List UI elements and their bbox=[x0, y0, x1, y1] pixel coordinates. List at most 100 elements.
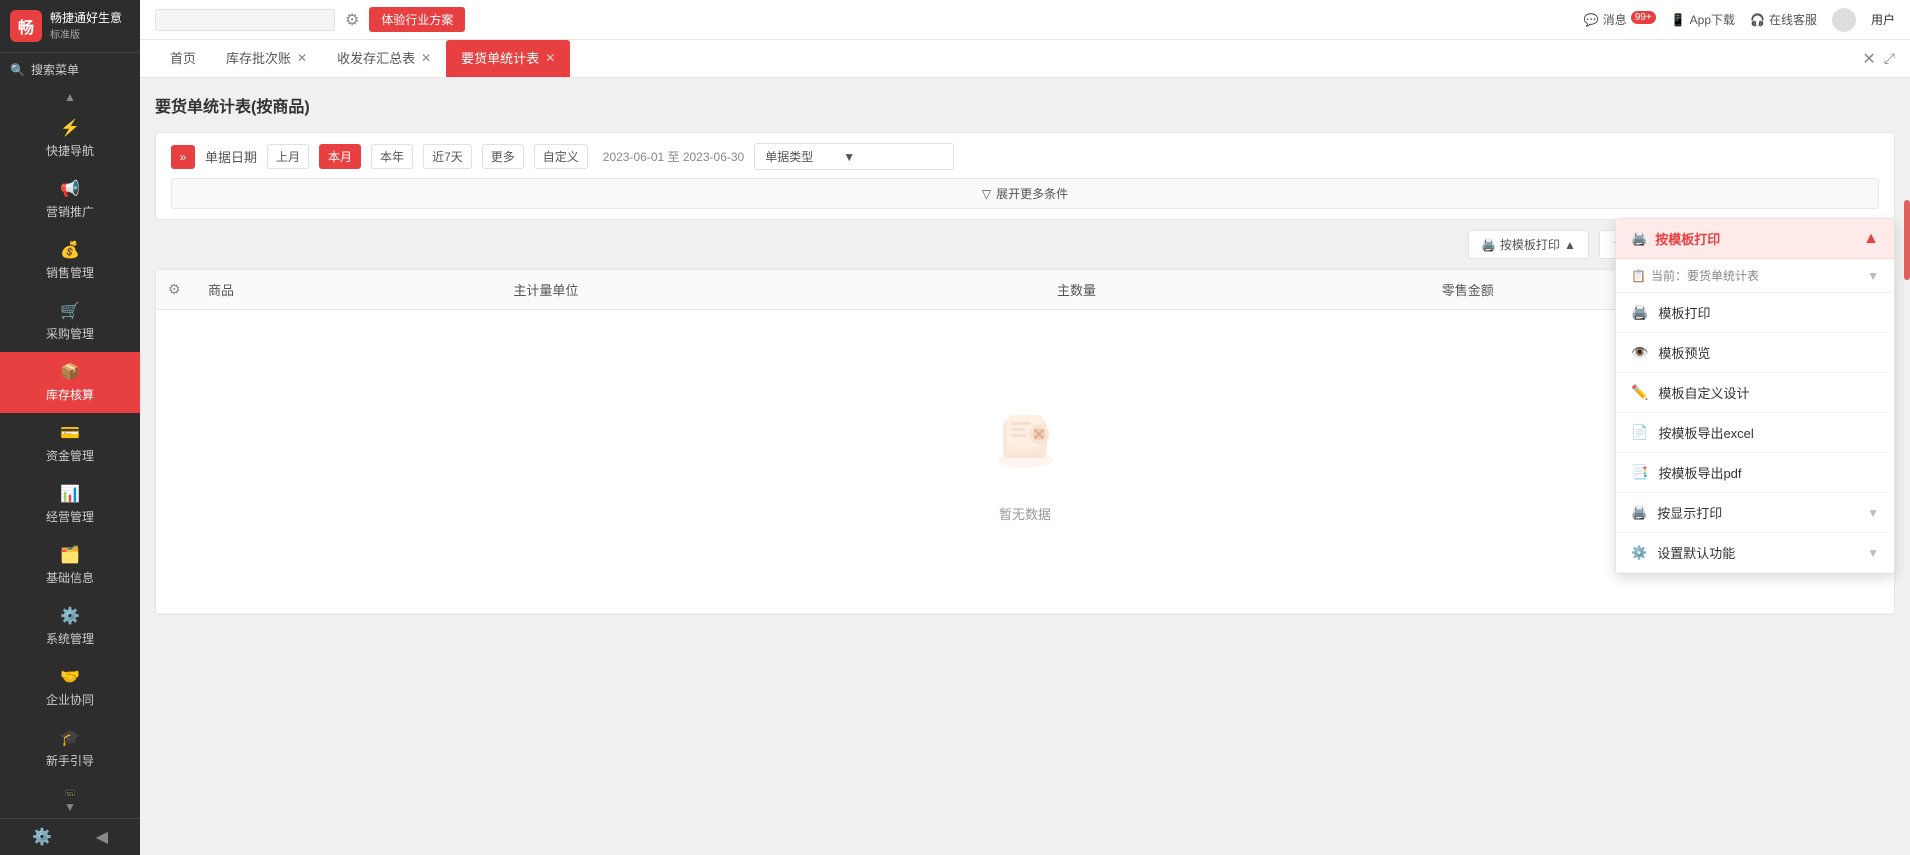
expand-more-btn[interactable]: ▽ 展开更多条件 bbox=[171, 178, 1879, 209]
date-filter-label: 单据日期 bbox=[205, 147, 257, 166]
display-print-item[interactable]: 🖨️ 按显示打印 ▼ bbox=[1616, 493, 1894, 533]
template-print-item[interactable]: 🖨️ 模板打印 bbox=[1616, 293, 1894, 333]
message-icon: 💬 bbox=[1584, 13, 1599, 27]
tab-shoufasong-close[interactable]: ✕ bbox=[421, 51, 431, 65]
settings-icon[interactable]: ⚙️ bbox=[32, 827, 52, 847]
date-btn-this-year[interactable]: 本年 bbox=[371, 144, 413, 169]
template-custom-icon: ✏️ bbox=[1631, 384, 1648, 401]
date-btn-this-month[interactable]: 本月 bbox=[319, 144, 361, 169]
date-range-display: 2023-06-01 至 2023-06-30 bbox=[603, 148, 744, 165]
trial-btn[interactable]: 体验行业方案 bbox=[369, 7, 465, 32]
print-dropdown-close-icon[interactable]: ▲ bbox=[1863, 230, 1879, 248]
sidebar-item-zijin[interactable]: 💳 资金管理 bbox=[0, 413, 140, 474]
print-icon: 🖨️ bbox=[1481, 238, 1496, 252]
tab-yaohuo-label: 要货单统计表 bbox=[461, 48, 539, 67]
nav-icon-jichu: 🗂️ bbox=[60, 545, 80, 565]
date-btn-custom[interactable]: 自定义 bbox=[534, 144, 588, 169]
sidebar-scroll-up[interactable]: ▲ bbox=[0, 86, 140, 108]
template-export-excel-icon: 📄 bbox=[1631, 424, 1648, 441]
col-header-product: 商品 bbox=[196, 270, 501, 310]
sidebar-item-xiaoshou[interactable]: 💰 销售管理 bbox=[0, 230, 140, 291]
search-icon: 🔍 bbox=[10, 63, 25, 77]
collapse-icon[interactable]: ◀ bbox=[96, 827, 108, 847]
nav-icon-yingxiao: 📢 bbox=[60, 179, 80, 199]
sidebar-item-qiye[interactable]: 🤝 企业协同 bbox=[0, 657, 140, 718]
template-export-pdf-label: 按模板导出pdf bbox=[1658, 463, 1741, 482]
topbar-gear-icon[interactable]: ⚙ bbox=[345, 10, 359, 30]
app-icon: 📱 bbox=[1671, 13, 1686, 27]
sidebar-item-kuaijie[interactable]: ⚡ 快捷导航 bbox=[0, 108, 140, 169]
online-service-label: 在线客服 bbox=[1769, 11, 1817, 28]
right-scrollbar bbox=[1904, 200, 1910, 600]
sidebar-item-yingyong[interactable]: 📱 应用中心 bbox=[0, 779, 140, 796]
tab-kucun-close[interactable]: ✕ bbox=[297, 51, 307, 65]
sidebar-item-yingxiao[interactable]: 📢 营销推广 bbox=[0, 169, 140, 230]
filter-row: » 单据日期 上月 本月 本年 近7天 更多 自定义 2023-06-01 至 … bbox=[171, 143, 1879, 170]
tab-yaohuo[interactable]: 要货单统计表 ✕ bbox=[446, 40, 570, 77]
template-preview-icon: 👁️ bbox=[1631, 344, 1648, 361]
sidebar-label-zijin: 资金管理 bbox=[46, 447, 94, 464]
type-dropdown[interactable]: 单据类型 ▼ bbox=[754, 143, 954, 170]
template-export-excel-item[interactable]: 📄 按模板导出excel bbox=[1616, 413, 1894, 453]
nav-icon-xiaoshou: 💰 bbox=[60, 240, 80, 260]
print-dropdown-header-icon: 🖨️ bbox=[1631, 231, 1647, 247]
set-default-icon: ⚙️ bbox=[1631, 545, 1647, 561]
template-export-pdf-item[interactable]: 📑 按模板导出pdf bbox=[1616, 453, 1894, 493]
app-download-label: App下载 bbox=[1690, 11, 1735, 28]
sidebar-search[interactable]: 🔍 搜索菜单 bbox=[0, 53, 140, 86]
tab-kucun-label: 库存批次账 bbox=[226, 48, 291, 67]
tab-kucun-pilizh[interactable]: 库存批次账 ✕ bbox=[211, 40, 322, 77]
set-default-arrow-icon: ▼ bbox=[1867, 546, 1879, 560]
sidebar-item-jichu[interactable]: 🗂️ 基础信息 bbox=[0, 535, 140, 596]
sidebar-item-kucun[interactable]: 📦 库存核算 bbox=[0, 352, 140, 413]
col-header-qty: 主数量 bbox=[1045, 270, 1430, 310]
sidebar-label-jingying: 经营管理 bbox=[46, 508, 94, 525]
app-download-item[interactable]: 📱 App下载 bbox=[1671, 11, 1735, 28]
filter-expand-icon[interactable]: » bbox=[171, 145, 195, 169]
topbar-search-input[interactable] bbox=[155, 9, 335, 31]
message-badge: 99+ bbox=[1631, 11, 1656, 24]
nav-icon-yingyong: 📱 bbox=[60, 789, 80, 796]
sidebar-search-label: 搜索菜单 bbox=[31, 61, 79, 78]
sidebar-label-kuaijie: 快捷导航 bbox=[46, 142, 94, 159]
current-label-icon: 📋 bbox=[1631, 269, 1646, 283]
print-dropdown-title: 按模板打印 bbox=[1655, 229, 1720, 248]
tab-home[interactable]: 首页 bbox=[155, 40, 211, 77]
sidebar-label-qiye: 企业协同 bbox=[46, 691, 94, 708]
date-btn-last-month[interactable]: 上月 bbox=[267, 144, 309, 169]
sidebar-scroll-down[interactable]: ▼ bbox=[0, 796, 140, 818]
template-export-excel-label: 按模板导出excel bbox=[1658, 423, 1753, 442]
main-content: ⚙ 体验行业方案 💬 消息 99+ 📱 App下载 🎧 在线客服 用户 bbox=[140, 0, 1910, 855]
nav-icon-xinshou: 🎓 bbox=[60, 728, 80, 748]
sidebar-item-caigou[interactable]: 🛒 采购管理 bbox=[0, 291, 140, 352]
print-btn[interactable]: 🖨️ 按模板打印 ▲ bbox=[1468, 230, 1589, 259]
tab-yaohuo-close[interactable]: ✕ bbox=[545, 51, 555, 65]
tabbar: 首页 库存批次账 ✕ 收发存汇总表 ✕ 要货单统计表 ✕ ✕ ⤢ bbox=[140, 40, 1910, 78]
template-export-pdf-icon: 📑 bbox=[1631, 464, 1648, 481]
sidebar-item-jingying[interactable]: 📊 经营管理 bbox=[0, 474, 140, 535]
nav-icon-xitong: ⚙️ bbox=[60, 606, 80, 626]
logo-icon: 畅 bbox=[10, 10, 42, 42]
dropdown-arrow-icon: ▼ bbox=[843, 150, 855, 164]
sidebar-label-jichu: 基础信息 bbox=[46, 569, 94, 586]
sidebar-item-xinshou[interactable]: 🎓 新手引导 bbox=[0, 718, 140, 779]
tabbar-close-icon[interactable]: ✕ bbox=[1862, 49, 1875, 69]
date-btn-more[interactable]: 更多 bbox=[482, 144, 524, 169]
nav-icon-zijin: 💳 bbox=[60, 423, 80, 443]
user-avatar-item[interactable] bbox=[1832, 8, 1856, 32]
table-column-settings-icon[interactable]: ⚙ bbox=[168, 281, 181, 297]
user-avatar bbox=[1832, 8, 1856, 32]
sidebar-item-xitong[interactable]: ⚙️ 系统管理 bbox=[0, 596, 140, 657]
print-dropdown-panel: 🖨️ 按模板打印 ▲ 📋 当前：要货单统计表 ▼ 🖨️ 模板打印 👁️ 模板预览… bbox=[1615, 218, 1895, 574]
tab-shoufasong[interactable]: 收发存汇总表 ✕ bbox=[322, 40, 446, 77]
type-label: 单据类型 bbox=[765, 148, 813, 165]
set-default-item[interactable]: ⚙️ 设置默认功能 ▼ bbox=[1616, 533, 1894, 573]
tabbar-expand-icon[interactable]: ⤢ bbox=[1884, 50, 1895, 67]
date-btn-last-7-days[interactable]: 近7天 bbox=[423, 144, 472, 169]
template-custom-item[interactable]: ✏️ 模板自定义设计 bbox=[1616, 373, 1894, 413]
template-preview-item[interactable]: 👁️ 模板预览 bbox=[1616, 333, 1894, 373]
online-service-item[interactable]: 🎧 在线客服 bbox=[1750, 11, 1817, 28]
message-item[interactable]: 💬 消息 99+ bbox=[1584, 11, 1656, 28]
sidebar-label-caigou: 采购管理 bbox=[46, 325, 94, 342]
print-dropdown-toggle-icon: ▲ bbox=[1564, 238, 1576, 252]
